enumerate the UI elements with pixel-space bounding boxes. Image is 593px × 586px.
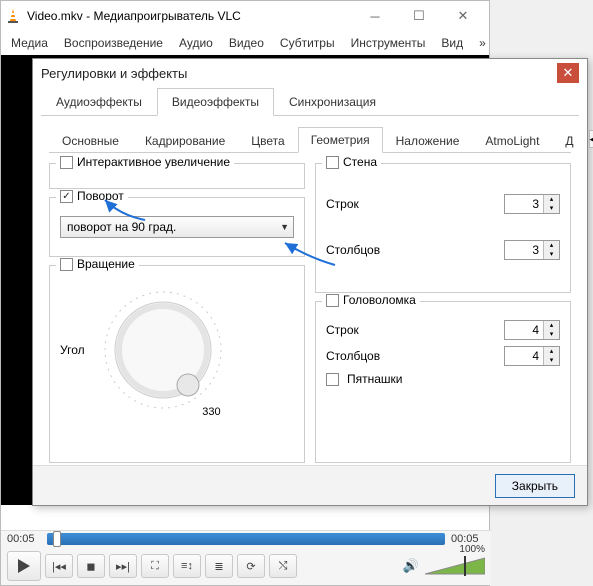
spinner-down-icon[interactable]: ▾ — [544, 250, 559, 259]
wall-group: Стена Строк ▴▾ Столбцов ▴▾ — [315, 163, 571, 293]
rotate-label: Поворот — [77, 189, 124, 203]
dialog-close-button[interactable]: ✕ — [557, 63, 579, 83]
subtab-overlay[interactable]: Наложение — [383, 128, 473, 153]
spinner-down-icon[interactable]: ▾ — [544, 204, 559, 213]
wall-rows-spinner[interactable]: ▴▾ — [504, 194, 560, 214]
rotate-combo-value: поворот на 90 град. — [67, 220, 176, 234]
rotate-checkbox[interactable]: ✓ — [60, 190, 73, 203]
dialog-title: Регулировки и эффекты — [41, 66, 557, 81]
main-tabs: Аудиоэффекты Видеоэффекты Синхронизация — [41, 87, 579, 116]
effects-dialog: Регулировки и эффекты ✕ Аудиоэффекты Вид… — [32, 58, 588, 506]
extended-settings-button[interactable]: ≡↕ — [173, 554, 201, 578]
subtab-geometry[interactable]: Геометрия — [298, 127, 383, 153]
menubar: Медиа Воспроизведение Аудио Видео Субтит… — [1, 31, 489, 55]
menu-tools[interactable]: Инструменты — [345, 34, 432, 52]
puzzle-group: Головоломка Строк ▴▾ Столбцов — [315, 301, 571, 463]
menu-playback[interactable]: Воспроизведение — [58, 34, 169, 52]
wall-cols-spinner[interactable]: ▴▾ — [504, 240, 560, 260]
rotation-group: Вращение Угол 330 — [49, 265, 305, 463]
play-icon — [18, 559, 30, 573]
time-elapsed: 00:05 — [7, 533, 41, 545]
tab-audio-effects[interactable]: Аудиоэффекты — [41, 88, 157, 116]
chevron-down-icon: ▼ — [280, 222, 289, 232]
spinner-down-icon[interactable]: ▾ — [544, 330, 559, 339]
loop-button[interactable]: ⟳ — [237, 554, 265, 578]
wall-label: Стена — [343, 155, 377, 169]
rotation-checkbox[interactable] — [60, 258, 73, 271]
maximize-button[interactable]: ☐ — [397, 2, 441, 30]
subtab-atmolight[interactable]: AtmoLight — [472, 128, 552, 153]
subtab-basic[interactable]: Основные — [49, 128, 132, 153]
interactive-zoom-group: Интерактивное увеличение — [49, 163, 305, 189]
subtab-more-truncated[interactable]: Д — [552, 128, 586, 153]
wall-checkbox[interactable] — [326, 156, 339, 169]
volume-slider[interactable]: 100% — [425, 556, 485, 576]
tab-scroll-left[interactable]: ◂ — [589, 130, 593, 148]
fifteen-checkbox[interactable] — [326, 373, 339, 386]
dialog-footer: Закрыть — [33, 465, 587, 505]
volume-percent: 100% — [459, 544, 485, 555]
menu-subtitles[interactable]: Субтитры — [274, 34, 341, 52]
stop-button[interactable]: ◼ — [77, 554, 105, 578]
tab-video-effects[interactable]: Видеоэффекты — [157, 88, 274, 116]
seek-slider[interactable] — [47, 533, 445, 545]
minimize-button[interactable]: ─ — [353, 2, 397, 30]
subtab-colors[interactable]: Цвета — [238, 128, 297, 153]
tab-sync[interactable]: Синхронизация — [274, 88, 391, 116]
wall-cols-label: Столбцов — [326, 243, 496, 257]
rotate-group: ✓ Поворот поворот на 90 град. ▼ — [49, 197, 305, 257]
menu-media[interactable]: Медиа — [5, 34, 54, 52]
puzzle-cols-input[interactable] — [505, 349, 543, 363]
spinner-up-icon[interactable]: ▴ — [544, 321, 559, 330]
rotation-label: Вращение — [77, 257, 135, 271]
spinner-up-icon[interactable]: ▴ — [544, 241, 559, 250]
menu-view[interactable]: Вид — [435, 34, 469, 52]
next-track-button[interactable]: ▸▸| — [109, 554, 137, 578]
prev-track-button[interactable]: |◂◂ — [45, 554, 73, 578]
play-button[interactable] — [7, 551, 41, 581]
wall-cols-input[interactable] — [505, 243, 543, 257]
interactive-zoom-checkbox[interactable] — [60, 156, 73, 169]
puzzle-rows-spinner[interactable]: ▴▾ — [504, 320, 560, 340]
sub-tabs: Основные Кадрирование Цвета Геометрия На… — [49, 126, 571, 153]
puzzle-cols-spinner[interactable]: ▴▾ — [504, 346, 560, 366]
dialog-titlebar: Регулировки и эффекты ✕ — [33, 59, 587, 87]
puzzle-rows-input[interactable] — [505, 323, 543, 337]
puzzle-label: Головоломка — [343, 293, 416, 307]
angle-label: Угол — [60, 343, 85, 357]
angle-value: 330 — [202, 406, 220, 418]
puzzle-checkbox[interactable] — [326, 294, 339, 307]
window-title: Video.mkv - Медиапроигрыватель VLC — [27, 9, 353, 23]
speaker-icon[interactable]: 🔊 — [403, 558, 419, 574]
wall-rows-label: Строк — [326, 197, 496, 211]
angle-dial[interactable]: 330 — [93, 280, 233, 420]
close-button[interactable]: Закрыть — [495, 474, 575, 498]
subtab-crop[interactable]: Кадрирование — [132, 128, 238, 153]
fifteen-label: Пятнашки — [347, 372, 403, 386]
spinner-up-icon[interactable]: ▴ — [544, 347, 559, 356]
puzzle-rows-label: Строк — [326, 323, 496, 337]
titlebar: Video.mkv - Медиапроигрыватель VLC ─ ☐ ✕ — [1, 1, 489, 31]
interactive-zoom-label: Интерактивное увеличение — [77, 155, 230, 169]
seek-thumb[interactable] — [53, 531, 61, 547]
puzzle-cols-label: Столбцов — [326, 349, 496, 363]
fullscreen-button[interactable]: ⛶ — [141, 554, 169, 578]
playlist-button[interactable]: ≣ — [205, 554, 233, 578]
menu-overflow[interactable]: » — [473, 34, 494, 52]
wall-rows-input[interactable] — [505, 197, 543, 211]
spinner-up-icon[interactable]: ▴ — [544, 195, 559, 204]
rotate-combo[interactable]: поворот на 90 град. ▼ — [60, 216, 294, 238]
shuffle-button[interactable]: ⤭ — [269, 554, 297, 578]
player-controls: 00:05 00:05 |◂◂ ◼ ▸▸| ⛶ ≡↕ ≣ ⟳ ⤭ 🔊 100% — [1, 530, 491, 585]
spinner-down-icon[interactable]: ▾ — [544, 356, 559, 365]
vlc-logo-icon — [5, 8, 21, 24]
close-window-button[interactable]: ✕ — [441, 2, 485, 30]
menu-video[interactable]: Видео — [223, 34, 270, 52]
menu-audio[interactable]: Аудио — [173, 34, 219, 52]
